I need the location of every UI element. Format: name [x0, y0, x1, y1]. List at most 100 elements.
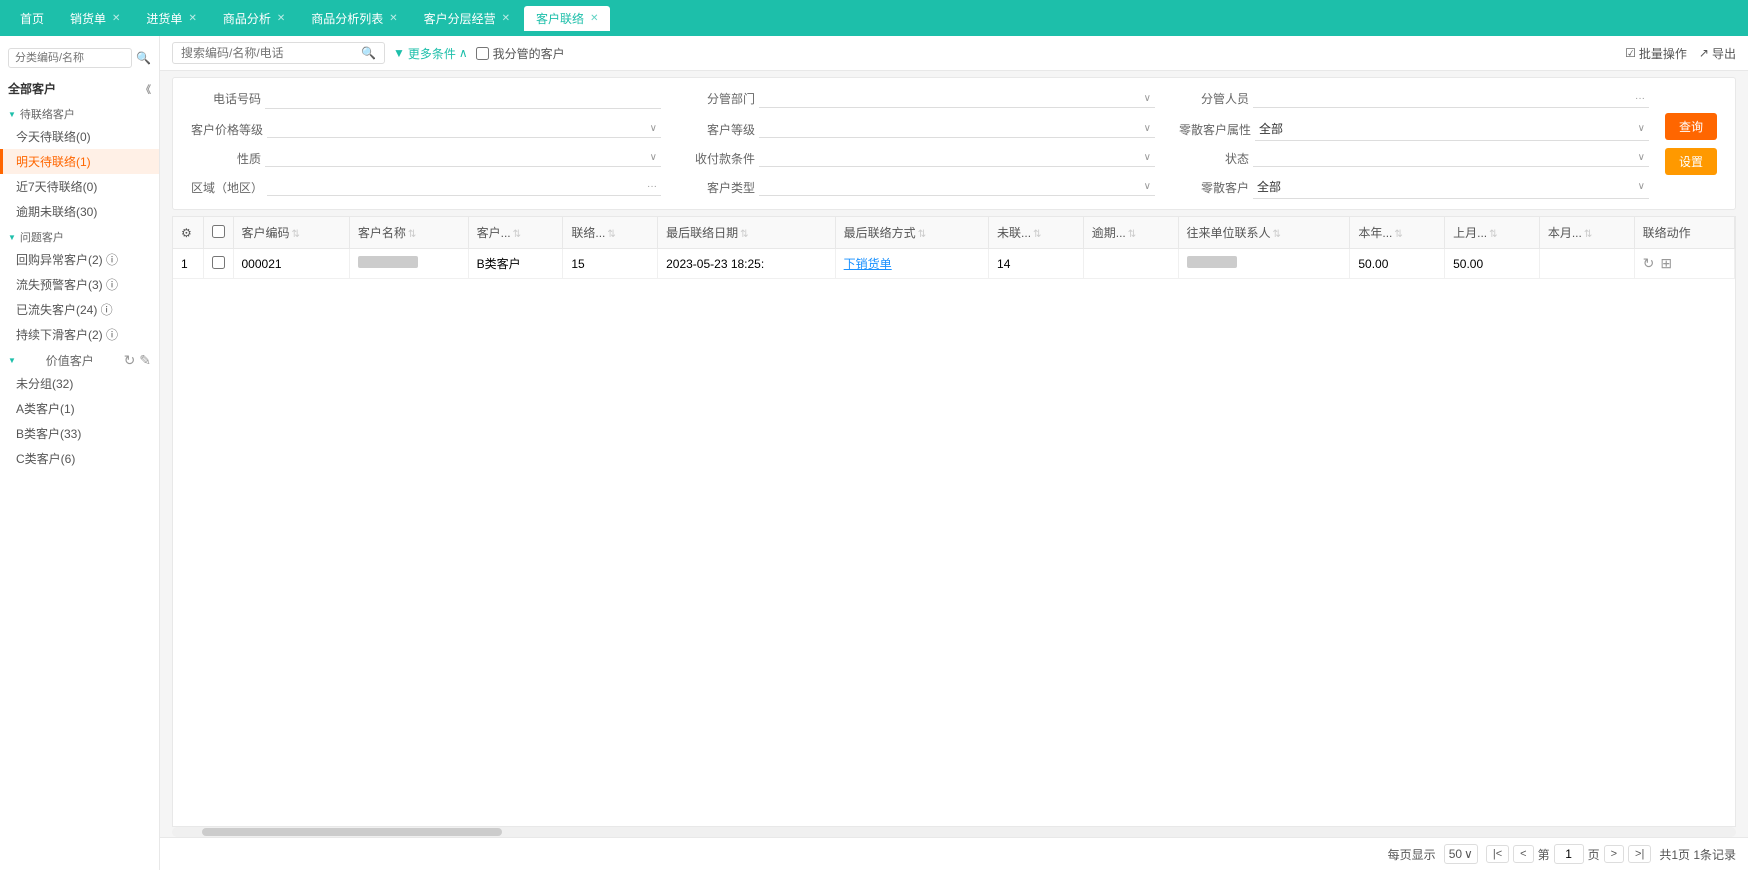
sidebar-item-ungrouped[interactable]: 未分组(32) — [0, 371, 159, 396]
sidebar-search-input[interactable] — [8, 48, 132, 68]
filter-actions: 查询 设置 — [1657, 88, 1725, 199]
page-suffix: 页 — [1588, 846, 1600, 863]
scrollbar-thumb[interactable] — [202, 828, 502, 836]
top-nav: 首页 销货单 ✕ 进货单 ✕ 商品分析 ✕ 商品分析列表 ✕ 客户分层经营 ✕ … — [0, 0, 1748, 36]
refresh-icon[interactable]: ↻ — [1643, 255, 1655, 272]
customer-type-select[interactable]: ∨ — [759, 178, 1155, 196]
filter-row-1: 电话号码 分管部门 ∨ 分管人员 — [183, 88, 1657, 109]
nav-sales-order[interactable]: 销货单 ✕ — [58, 6, 132, 31]
export-btn[interactable]: ↗ 导出 — [1699, 45, 1736, 62]
sidebar-item-class-c[interactable]: C类客户(6) — [0, 446, 159, 471]
sort-icon: ⇅ — [292, 229, 300, 240]
sidebar-item-repurchase-anomaly[interactable]: 回购异常客户(2) ⓘ — [0, 247, 159, 272]
nav-product-analysis-list[interactable]: 商品分析列表 ✕ — [299, 6, 409, 31]
sidebar-item-churned[interactable]: 已流失客户(24) ⓘ — [0, 297, 159, 322]
first-page-btn[interactable]: |< — [1486, 845, 1509, 863]
th-this-year[interactable]: 本年...⇅ — [1350, 217, 1445, 249]
close-icon[interactable]: ✕ — [112, 13, 120, 24]
sidebar-item-7days-contact[interactable]: 近7天待联络(0) — [0, 174, 159, 199]
contact-method-link[interactable]: 下销货单 — [844, 257, 892, 271]
sort-icon: ⇅ — [1273, 229, 1281, 240]
th-contact-count[interactable]: 联络...⇅ — [563, 217, 658, 249]
filter-toolbar: 🔍 ▼ 更多条件 ∧ 我分管的客户 ☑ 批量操作 ↗ 导出 — [160, 36, 1748, 71]
th-this-month[interactable]: 本月...⇅ — [1539, 217, 1634, 249]
th-not-contacted[interactable]: 未联...⇅ — [989, 217, 1084, 249]
nature-select[interactable]: ∨ — [265, 149, 661, 167]
filter-col-retail-customer: 零散客户 全部 ∨ — [1171, 175, 1657, 199]
batch-operate-btn[interactable]: ☑ 批量操作 — [1625, 45, 1687, 62]
select-all-checkbox[interactable] — [212, 225, 225, 238]
per-page-select[interactable]: 50 ∨ — [1444, 844, 1478, 864]
retail-attr-label: 零散客户属性 — [1179, 121, 1251, 138]
payment-select[interactable]: ∨ — [759, 149, 1155, 167]
per-page-label: 每页显示 — [1388, 846, 1436, 863]
sidebar-item-tomorrow-contact[interactable]: 明天待联络(1) — [0, 149, 159, 174]
person-select[interactable]: ··· — [1253, 90, 1649, 108]
collapse-icon[interactable]: 《 — [141, 81, 151, 96]
close-icon[interactable]: ✕ — [277, 13, 285, 24]
table-row: 1 000021 B类客户 15 2023-05-23 18:25: 下销货单 — [173, 249, 1735, 279]
customer-level-select[interactable]: ∨ — [759, 120, 1155, 138]
th-last-contact-method[interactable]: 最后联络方式⇅ — [835, 217, 988, 249]
row-checkbox[interactable] — [212, 256, 225, 269]
my-customers-checkbox[interactable] — [476, 47, 489, 60]
content-area: 🔍 ▼ 更多条件 ∧ 我分管的客户 ☑ 批量操作 ↗ 导出 — [160, 36, 1748, 870]
sidebar-item-overdue-contact[interactable]: 逾期未联络(30) — [0, 199, 159, 224]
unit-contact-masked — [1187, 256, 1237, 268]
sidebar-item-class-b[interactable]: B类客户(33) — [0, 421, 159, 446]
region-select[interactable]: ··· — [267, 178, 661, 196]
prev-page-btn[interactable]: < — [1513, 845, 1533, 863]
th-unit-contact[interactable]: 往来单位联系人⇅ — [1178, 217, 1350, 249]
payment-label: 收付款条件 — [685, 150, 755, 167]
horizontal-scrollbar[interactable] — [172, 827, 1736, 837]
retail-customer-select[interactable]: 全部 ∨ — [1253, 175, 1649, 199]
th-name[interactable]: 客户名称⇅ — [349, 217, 468, 249]
sidebar-item-churn-warning[interactable]: 流失预警客户(3) ⓘ — [0, 272, 159, 297]
settings-icon[interactable]: ⚙ — [181, 226, 192, 240]
sidebar-search-icon[interactable]: 🔍 — [136, 51, 151, 65]
close-icon[interactable]: ✕ — [590, 13, 598, 24]
data-table-container: ⚙ 客户编码⇅ 客户名称⇅ 客户...⇅ — [172, 216, 1736, 827]
setting-button[interactable]: 设置 — [1665, 148, 1717, 175]
next-page-btn[interactable]: > — [1604, 845, 1624, 863]
main-search-input[interactable] — [181, 46, 361, 60]
td-code: 000021 — [233, 249, 349, 279]
search-icon[interactable]: 🔍 — [361, 46, 376, 60]
name-masked — [358, 256, 418, 268]
sidebar-item-today-contact[interactable]: 今天待联络(0) — [0, 124, 159, 149]
my-customers-checkbox-label[interactable]: 我分管的客户 — [476, 45, 565, 62]
filter-col-price-level: 客户价格等级 ∨ — [183, 120, 669, 138]
status-select[interactable]: ∨ — [1253, 149, 1649, 167]
dept-select[interactable]: ∨ — [759, 90, 1155, 108]
sort-icon: ⇅ — [1394, 229, 1402, 240]
close-icon[interactable]: ✕ — [502, 13, 510, 24]
last-page-btn[interactable]: >| — [1628, 845, 1651, 863]
th-code[interactable]: 客户编码⇅ — [233, 217, 349, 249]
nav-home[interactable]: 首页 — [8, 6, 56, 31]
phone-input[interactable] — [265, 88, 661, 109]
more-conditions-btn[interactable]: ▼ 更多条件 ∧ — [393, 45, 468, 62]
retail-attr-select[interactable]: 全部 ∨ — [1255, 117, 1649, 141]
page-number-input[interactable] — [1554, 844, 1584, 864]
filter-col-status: 状态 ∨ — [1171, 149, 1657, 167]
close-icon[interactable]: ✕ — [188, 13, 196, 24]
th-customer-type[interactable]: 客户...⇅ — [468, 217, 563, 249]
sidebar-item-declining[interactable]: 持续下滑客户(2) ⓘ — [0, 322, 159, 347]
th-overdue[interactable]: 逾期...⇅ — [1083, 217, 1178, 249]
nav-customer-segment[interactable]: 客户分层经营 ✕ — [412, 6, 522, 31]
filter-col-phone: 电话号码 — [183, 88, 669, 109]
th-last-month[interactable]: 上月...⇅ — [1445, 217, 1540, 249]
query-button[interactable]: 查询 — [1665, 113, 1717, 140]
grid-icon[interactable]: ⊞ — [1660, 255, 1672, 272]
nav-purchase-order[interactable]: 进货单 ✕ — [134, 6, 208, 31]
nav-product-analysis[interactable]: 商品分析 ✕ — [211, 6, 297, 31]
filter-col-dept: 分管部门 ∨ — [677, 90, 1163, 108]
price-level-select[interactable]: ∨ — [267, 120, 661, 138]
all-customers-header[interactable]: 全部客户 《 — [0, 76, 159, 101]
sidebar-item-class-a[interactable]: A类客户(1) — [0, 396, 159, 421]
close-icon[interactable]: ✕ — [389, 13, 397, 24]
chevron-down-icon: ∨ — [1144, 123, 1151, 134]
th-last-contact-date[interactable]: 最后联络日期⇅ — [658, 217, 836, 249]
chevron-down-icon: ∨ — [1638, 152, 1645, 163]
nav-customer-contact[interactable]: 客户联络 ✕ — [524, 6, 610, 31]
